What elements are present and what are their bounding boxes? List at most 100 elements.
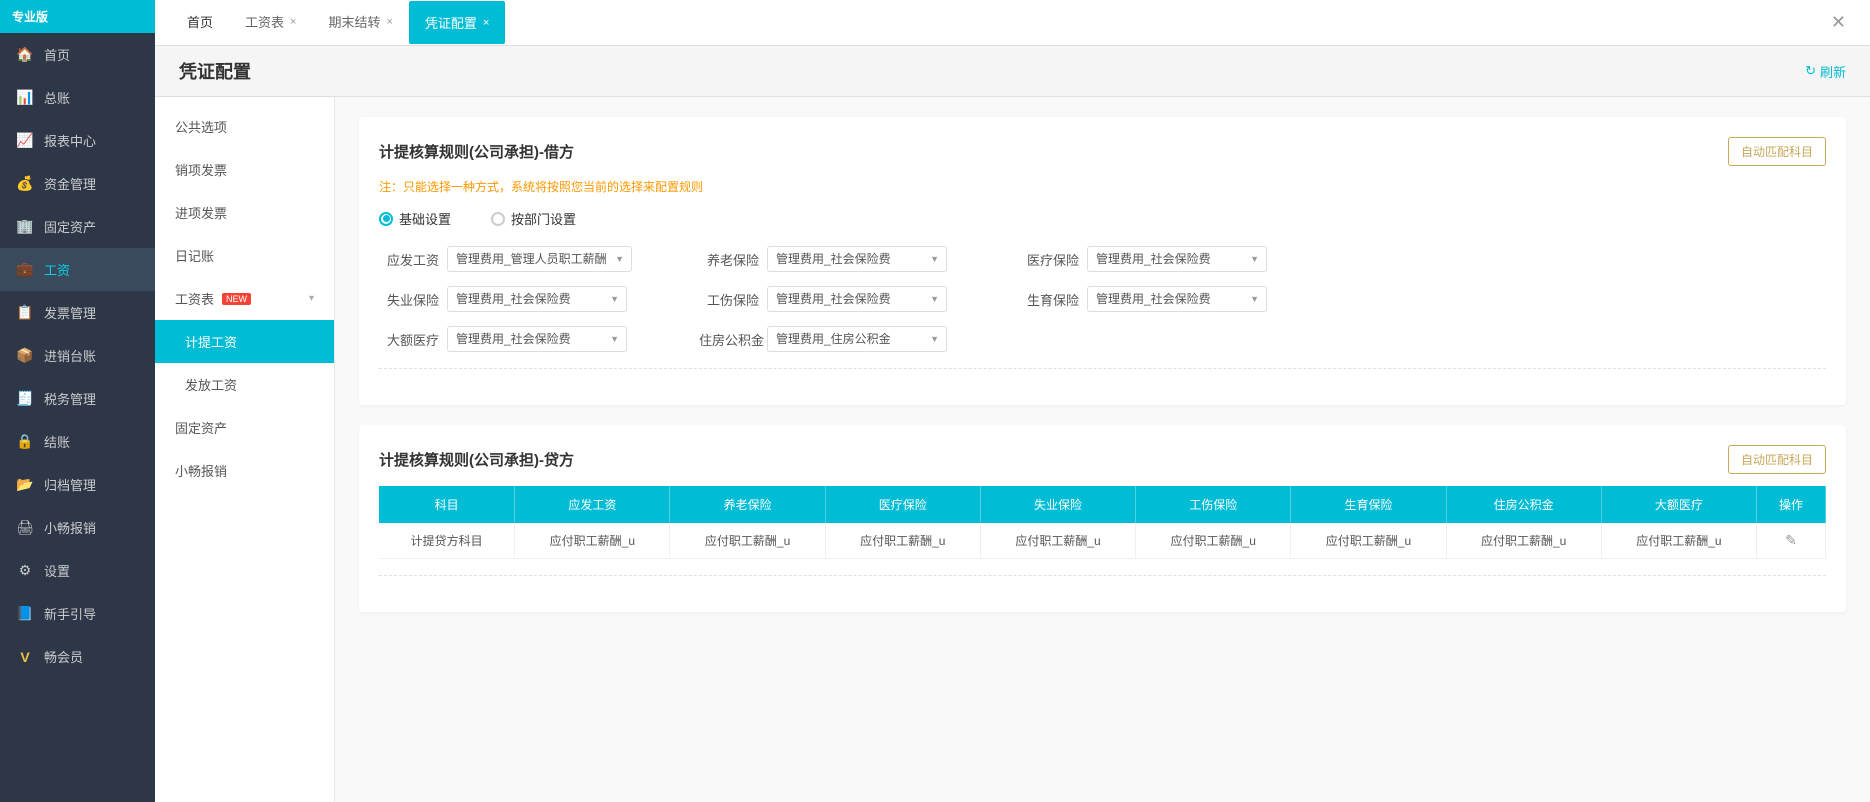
td-dae: 应付职工薪酬_u xyxy=(1601,523,1756,559)
radio-department[interactable]: 按部门设置 xyxy=(491,209,576,228)
select-gongjijin[interactable]: 管理费用_住房公积金 xyxy=(767,326,947,352)
sidebar-item-reports[interactable]: 📈 报表中心 xyxy=(0,119,155,162)
expand-icon: ▾ xyxy=(309,293,314,304)
sidebar-item-label: 发票管理 xyxy=(44,303,96,322)
section-credit-title: 计提核算规则(公司承担)-贷方 xyxy=(379,449,574,470)
left-nav-ti-gong-zi[interactable]: 计提工资 xyxy=(155,320,334,363)
form-item-gongshang: 工伤保险 管理费用_社会保险费 xyxy=(699,286,999,312)
window-close-button[interactable]: ✕ xyxy=(1823,8,1854,37)
sidebar-item-ledger[interactable]: 📊 总账 xyxy=(0,76,155,119)
radio-basic-circle xyxy=(379,212,393,226)
section-debit-title: 计提核算规则(公司承担)-借方 xyxy=(379,141,574,162)
tab-period-close-close[interactable]: × xyxy=(386,16,392,28)
select-yanglao[interactable]: 管理费用_社会保险费 xyxy=(767,246,947,272)
sidebar-item-label: 新手引导 xyxy=(44,604,96,623)
sidebar-item-closing[interactable]: 🔒 结账 xyxy=(0,420,155,463)
tab-home[interactable]: 首页 xyxy=(171,0,229,45)
select-gongshang-input[interactable]: 管理费用_社会保险费 xyxy=(767,286,947,312)
left-nav-ti-gong-zi-label: 计提工资 xyxy=(185,332,237,351)
left-nav-public-options[interactable]: 公共选项 xyxy=(155,105,334,148)
tab-payroll-table[interactable]: 工资表 × xyxy=(229,0,312,45)
radio-department-circle xyxy=(491,212,505,226)
tab-payroll-table-label: 工资表 xyxy=(245,12,284,31)
td-yanglao: 应付职工薪酬_u xyxy=(670,523,825,559)
select-yanglao-input[interactable]: 管理费用_社会保险费 xyxy=(767,246,947,272)
th-yiliao: 医疗保险 xyxy=(825,486,980,523)
select-yiliao-input[interactable]: 管理费用_社会保险费 xyxy=(1087,246,1267,272)
td-gongshang: 应付职工薪酬_u xyxy=(1136,523,1291,559)
form-row-3: 大额医疗 管理费用_社会保险费 住房公积金 管理费用_住房公积金 xyxy=(379,326,1826,352)
sidebar-item-label: 畅会员 xyxy=(44,647,83,666)
left-nav-xiao-chang-report[interactable]: 小畅报销 xyxy=(155,449,334,492)
sidebar-item-assets[interactable]: 🏢 固定资产 xyxy=(0,205,155,248)
section-divider-2 xyxy=(379,575,1826,576)
sidebar-item-settings[interactable]: ⚙ 设置 xyxy=(0,549,155,592)
left-nav-fixed-assets[interactable]: 固定资产 xyxy=(155,406,334,449)
left-nav-journal-label: 日记账 xyxy=(175,246,214,265)
form-label-dae: 大额医疗 xyxy=(379,330,439,349)
form-item-gongjijin: 住房公积金 管理费用_住房公积金 xyxy=(699,326,999,352)
funds-icon: 💰 xyxy=(16,175,34,193)
sidebar-item-invoice-mgmt[interactable]: 📋 发票管理 xyxy=(0,291,155,334)
refresh-button[interactable]: ↻ 刷新 xyxy=(1805,62,1846,81)
td-op[interactable]: ✎ xyxy=(1757,523,1826,559)
sidebar-item-guide[interactable]: 📘 新手引导 xyxy=(0,592,155,635)
sidebar-brand: 专业版 xyxy=(0,0,155,33)
form-label-shiye: 失业保险 xyxy=(379,290,439,309)
left-nav-cancel-invoice[interactable]: 销项发票 xyxy=(155,148,334,191)
select-shiye-input[interactable]: 管理费用_社会保险费 xyxy=(447,286,627,312)
tab-voucher-config-close[interactable]: × xyxy=(483,17,489,29)
guide-icon: 📘 xyxy=(16,605,34,623)
select-yiliao[interactable]: 管理费用_社会保险费 xyxy=(1087,246,1267,272)
credit-table: 科目 应发工资 养老保险 医疗保险 失业保险 工伤保险 生育保险 住房公积金 大… xyxy=(379,486,1826,559)
select-dae[interactable]: 管理费用_社会保险费 xyxy=(447,326,627,352)
left-nav-journal[interactable]: 日记账 xyxy=(155,234,334,277)
radio-department-label: 按部门设置 xyxy=(511,209,576,228)
select-gongshang[interactable]: 管理费用_社会保险费 xyxy=(767,286,947,312)
select-gongjijin-input[interactable]: 管理费用_住房公积金 xyxy=(767,326,947,352)
form-item-shengyu: 生育保险 管理费用_社会保险费 xyxy=(1019,286,1319,312)
sidebar-item-funds[interactable]: 💰 资金管理 xyxy=(0,162,155,205)
radio-group-debit: 基础设置 按部门设置 xyxy=(379,209,1826,228)
sidebar-item-salary[interactable]: 💼 工资 xyxy=(0,248,155,291)
sidebar-item-label: 固定资产 xyxy=(44,217,96,236)
sidebar-item-archive[interactable]: 📂 归档管理 xyxy=(0,463,155,506)
select-dae-input[interactable]: 管理费用_社会保险费 xyxy=(447,326,627,352)
sidebar-item-purchase-sales[interactable]: 📦 进销台账 xyxy=(0,334,155,377)
sidebar-item-home[interactable]: 🏠 首页 xyxy=(0,33,155,76)
select-yingfa-input[interactable]: 管理费用_管理人员职工薪酬 xyxy=(447,246,632,272)
select-yingfa[interactable]: 管理费用_管理人员职工薪酬 xyxy=(447,246,632,272)
left-nav-public-options-label: 公共选项 xyxy=(175,117,227,136)
radio-basic-label: 基础设置 xyxy=(399,209,451,228)
th-subject: 科目 xyxy=(379,486,515,523)
ledger-icon: 📊 xyxy=(16,89,34,107)
select-shengyu-input[interactable]: 管理费用_社会保险费 xyxy=(1087,286,1267,312)
section-credit: 计提核算规则(公司承担)-贷方 自动匹配科目 科目 应发工资 养老保险 医疗保险… xyxy=(359,425,1846,612)
left-nav-fa-fang-gong-zi[interactable]: 发放工资 xyxy=(155,363,334,406)
form-item-yanglao: 养老保险 管理费用_社会保险费 xyxy=(699,246,999,272)
radio-basic[interactable]: 基础设置 xyxy=(379,209,451,228)
select-shengyu[interactable]: 管理费用_社会保险费 xyxy=(1087,286,1267,312)
form-label-yingfa: 应发工资 xyxy=(379,250,439,269)
sidebar-item-vip[interactable]: V 畅会员 xyxy=(0,635,155,678)
select-shiye[interactable]: 管理费用_社会保险费 xyxy=(447,286,627,312)
content-area: 公共选项 销项发票 进项发票 日记账 工资表 NEW ▾ 计提工资 xyxy=(155,97,1870,802)
edit-icon[interactable]: ✎ xyxy=(1785,532,1797,548)
sidebar-item-xiaochang-report[interactable]: 🖨 小畅报销 xyxy=(0,506,155,549)
th-shengyu: 生育保险 xyxy=(1291,486,1446,523)
tab-voucher-config[interactable]: 凭证配置 × xyxy=(409,1,505,44)
th-gongshang: 工伤保险 xyxy=(1136,486,1291,523)
left-nav-input-invoice[interactable]: 进项发票 xyxy=(155,191,334,234)
td-yingfa: 应付职工薪酬_u xyxy=(515,523,670,559)
main-area: 首页 工资表 × 期末结转 × 凭证配置 × ✕ 凭证配置 ↻ 刷新 公共选项 xyxy=(155,0,1870,802)
archive-icon: 📂 xyxy=(16,476,34,494)
left-nav-fa-fang-gong-zi-label: 发放工资 xyxy=(185,375,237,394)
settings-icon: ⚙ xyxy=(16,562,34,580)
tab-period-close[interactable]: 期末结转 × xyxy=(312,0,408,45)
auto-match-credit-button[interactable]: 自动匹配科目 xyxy=(1728,445,1826,474)
left-nav-payroll-label: 工资表 xyxy=(175,289,214,308)
sidebar-item-tax[interactable]: 🧾 税务管理 xyxy=(0,377,155,420)
left-nav-payroll[interactable]: 工资表 NEW ▾ xyxy=(155,277,334,320)
auto-match-debit-button[interactable]: 自动匹配科目 xyxy=(1728,137,1826,166)
tab-payroll-close[interactable]: × xyxy=(290,16,296,28)
